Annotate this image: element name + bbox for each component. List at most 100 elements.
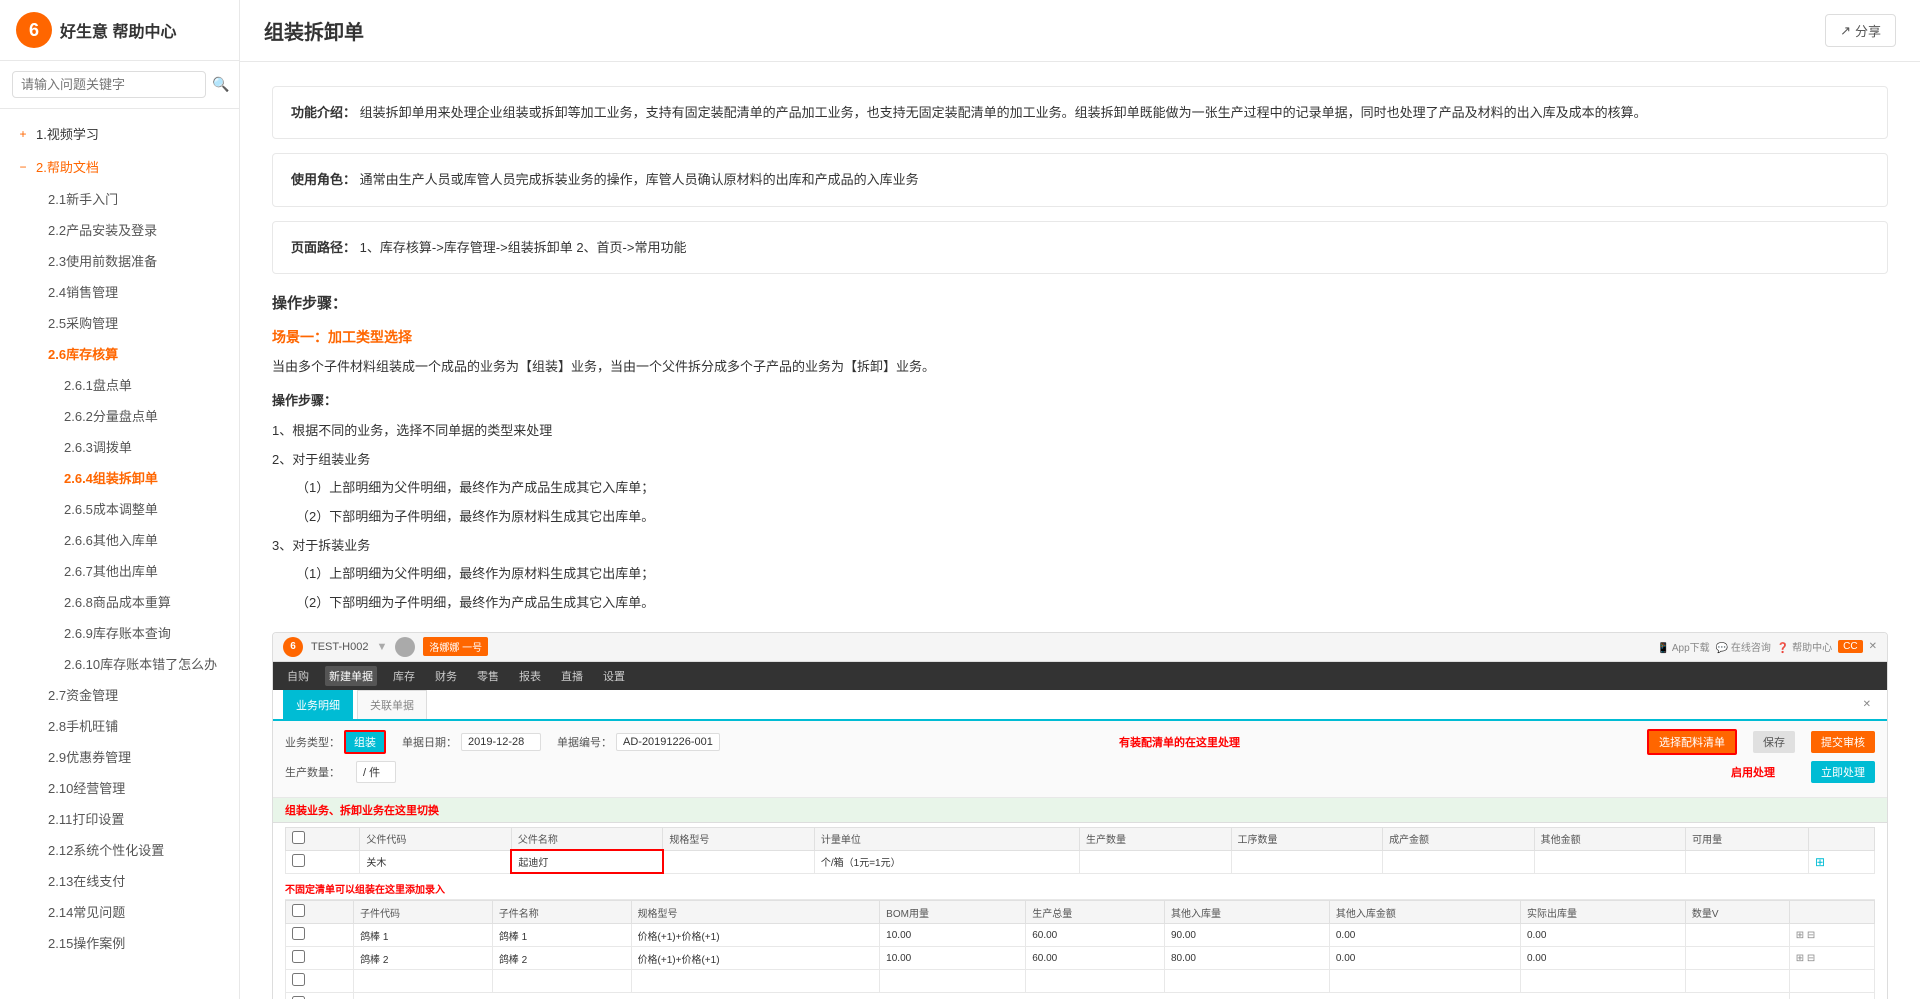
sidebar-item-2-6-3[interactable]: 2.6.3调拨单 bbox=[52, 431, 239, 462]
steps-title: 操作步骤： bbox=[272, 390, 1888, 409]
sidebar-item-2-8[interactable]: 2.8手机旺铺 bbox=[36, 710, 239, 741]
mock-th-spec: 规格型号 bbox=[663, 827, 815, 850]
mock-top-table: 父件代码 父件名称 规格型号 计量单位 生产数量 工序数量 成产金额 其他金额 … bbox=[285, 827, 1875, 875]
sidebar-item-2-6-2[interactable]: 2.6.2分量盘点单 bbox=[52, 400, 239, 431]
mock-b-select-all[interactable] bbox=[292, 904, 305, 917]
mock-bth-bom-qty: BOM用量 bbox=[880, 901, 1026, 924]
mock-b-row-check-3[interactable] bbox=[292, 973, 305, 986]
table-row bbox=[286, 993, 1875, 999]
annotation-5-text: 不固定清单可以组装在这里添加录入 bbox=[285, 885, 445, 896]
page-title: 组装拆卸单 bbox=[264, 16, 364, 45]
mock-nav-new: 新建单据 bbox=[325, 666, 377, 686]
mock-td-code: 关木 bbox=[360, 850, 512, 873]
sidebar-item-2-11[interactable]: 2.11打印设置 bbox=[36, 803, 239, 834]
mock-app-id: TEST-H002 bbox=[311, 641, 368, 653]
mock-bth-checkbox bbox=[286, 901, 354, 924]
sidebar-item-2-6-1[interactable]: 2.6.1盘点单 bbox=[52, 369, 239, 400]
mock-b-td-spec-1: 价格(+1)+价格(+1) bbox=[631, 924, 880, 947]
sidebar-item-2-2[interactable]: 2.2产品安装及登录 bbox=[36, 214, 239, 245]
search-input[interactable] bbox=[12, 71, 206, 98]
sidebar-item-2-6-7[interactable]: 2.6.7其他出库单 bbox=[52, 555, 239, 586]
share-button[interactable]: ↗ 分享 bbox=[1825, 14, 1896, 47]
step2-2: （2）下部明细为子件明细，最终作为原材料生成其它出库单。 bbox=[296, 505, 1888, 530]
sidebar-item-docs[interactable]: − 2.帮助文档 2.1新手入门 2.2产品安装及登录 2.3使用前数据准备 2… bbox=[0, 150, 239, 958]
sidebar-item-2-14[interactable]: 2.14常见问题 bbox=[36, 896, 239, 927]
mock-b-td-total-2: 60.00 bbox=[1026, 947, 1165, 970]
sidebar-item-2-6-9[interactable]: 2.6.9库存账本查询 bbox=[52, 617, 239, 648]
screenshot-inner: 6 TEST-H002 ▼ 洛娜娜 一号 📱 App下载 💬 在线咨询 ❓ 帮助… bbox=[273, 633, 1887, 999]
mock-tab-related[interactable]: 关联单据 bbox=[357, 690, 427, 719]
mock-td-amt bbox=[1383, 850, 1535, 873]
mock-th-parent-name: 父件名称 bbox=[511, 827, 663, 850]
mock-qty-label: 生产数量： bbox=[285, 764, 340, 780]
mock-badge: 洛娜娜 一号 bbox=[423, 637, 488, 656]
mock-b-td-qtyv-1 bbox=[1685, 924, 1789, 947]
sidebar-item-video[interactable]: + 1.视频学习 bbox=[0, 117, 239, 150]
mock-enable-btn[interactable]: 立即处理 bbox=[1811, 761, 1875, 783]
mock-close-btn[interactable]: ✕ bbox=[1857, 695, 1877, 714]
mock-b-action-2[interactable]: ⊞ ⊟ bbox=[1796, 953, 1816, 964]
mock-code-value: AD-20191226-001 bbox=[616, 733, 720, 751]
mock-b-td-inamt-1: 0.00 bbox=[1329, 924, 1520, 947]
mock-nav-retail: 零售 bbox=[473, 666, 503, 686]
step2-1: （1）上部明细为父件明细，最终作为产成品生成其它入库单； bbox=[296, 476, 1888, 501]
mock-code-field: 单据编号： AD-20191226-001 bbox=[557, 733, 720, 751]
mock-submit-btn[interactable]: 提交审核 bbox=[1811, 731, 1875, 753]
table-row: 鸽棒 1 鸽棒 1 价格(+1)+价格(+1) 10.00 60.00 90.0… bbox=[286, 924, 1875, 947]
mock-cc-badge: CC bbox=[1838, 640, 1862, 653]
mock-save-btn[interactable]: 保存 bbox=[1753, 731, 1795, 753]
intro-block: 功能介绍： 组装拆卸单用来处理企业组装或拆卸等加工业务，支持有固定装配清单的产品… bbox=[272, 86, 1888, 139]
mock-b-td-bom-2: 10.00 bbox=[880, 947, 1026, 970]
sidebar-item-2-6[interactable]: 2.6库存核算 bbox=[36, 338, 239, 369]
sidebar-item-2-5[interactable]: 2.5采购管理 bbox=[36, 307, 239, 338]
sidebar-item-2-1[interactable]: 2.1新手入门 bbox=[36, 183, 239, 214]
sidebar-item-2-12[interactable]: 2.12系统个性化设置 bbox=[36, 834, 239, 865]
sidebar-item-2-6-8[interactable]: 2.6.8商品成本重算 bbox=[52, 586, 239, 617]
scene-desc: 当由多个子件材料组装成一个成品的业务为【组装】业务，当由一个父件拆分成多个子产品… bbox=[272, 355, 1888, 380]
annotation-3-text: 组装业务、拆卸业务在这里切换 bbox=[285, 805, 439, 817]
mock-logo: 6 bbox=[283, 637, 303, 657]
sidebar-item-2-6-10[interactable]: 2.6.10库存账本错了怎么办 bbox=[52, 648, 239, 679]
mock-td-name: 起迪灯 bbox=[511, 850, 663, 873]
mock-b-td-name-3 bbox=[492, 970, 631, 993]
sidebar-item-2-6-6[interactable]: 2.6.6其他入库单 bbox=[52, 524, 239, 555]
mock-b-row-check-2[interactable] bbox=[292, 950, 305, 963]
table-row: 鸽棒 2 鸽棒 2 价格(+1)+价格(+1) 10.00 60.00 80.0… bbox=[286, 947, 1875, 970]
mock-select-bom-btn[interactable]: 选择配料清单 bbox=[1647, 729, 1737, 755]
mock-b-td-total-1: 60.00 bbox=[1026, 924, 1165, 947]
mock-type-value[interactable]: 组装 bbox=[344, 730, 386, 754]
mock-bottom-table-area: 不固定清单可以组装在这里添加录入 子件代码 子件名称 规格型号 BOM用量 生产… bbox=[273, 878, 1887, 999]
sidebar-item-2-3[interactable]: 2.3使用前数据准备 bbox=[36, 245, 239, 276]
search-button[interactable]: 🔍 bbox=[212, 76, 229, 93]
sidebar-item-2-6-5[interactable]: 2.6.5成本调整单 bbox=[52, 493, 239, 524]
sidebar-item-2-6-4[interactable]: 2.6.4组装拆卸单 bbox=[52, 462, 239, 493]
mock-b-action-1[interactable]: ⊞ ⊟ bbox=[1796, 930, 1816, 941]
mock-bottom-table: 子件代码 子件名称 规格型号 BOM用量 生产总量 其他入库量 其他入库金额 实… bbox=[285, 900, 1875, 999]
sidebar-item-2-4[interactable]: 2.4销售管理 bbox=[36, 276, 239, 307]
sidebar-item-2-13[interactable]: 2.13在线支付 bbox=[36, 865, 239, 896]
sidebar-item-2-9[interactable]: 2.9优惠券管理 bbox=[36, 741, 239, 772]
mock-td-other bbox=[1534, 850, 1686, 873]
mock-bth-in-amt: 其他入库金额 bbox=[1329, 901, 1520, 924]
sidebar-item-2-10[interactable]: 2.10经营管理 bbox=[36, 772, 239, 803]
sidebar: 6 好生意 帮助中心 🔍 + 1.视频学习 − 2.帮助文档 2.1新手入门 2… bbox=[0, 0, 240, 999]
mock-th-checkbox bbox=[286, 827, 360, 850]
mock-expand-icon[interactable]: ⊞ bbox=[1815, 855, 1825, 869]
mock-titlebar: 6 TEST-H002 ▼ 洛娜娜 一号 📱 App下载 💬 在线咨询 ❓ 帮助… bbox=[273, 633, 1887, 662]
step2: 2、对于组装业务 bbox=[272, 448, 1888, 473]
path-text: 1、库存核算->库存管理->组装拆卸单 2、首页->常用功能 bbox=[360, 240, 687, 255]
mock-bth-child-code: 子件代码 bbox=[354, 901, 493, 924]
content-area: 功能介绍： 组装拆卸单用来处理企业组装或拆卸等加工业务，支持有固定装配清单的产品… bbox=[240, 62, 1920, 999]
mock-th-parent-code: 父件代码 bbox=[360, 827, 512, 850]
mock-th-prod-qty: 生产数量 bbox=[1080, 827, 1232, 850]
mock-b-td-name-2: 鸽棒 2 bbox=[492, 947, 631, 970]
mock-b-td-out-3 bbox=[1520, 970, 1685, 993]
mock-b-td-bom-1: 10.00 bbox=[880, 924, 1026, 947]
mock-tab-detail[interactable]: 业务明细 bbox=[283, 690, 353, 719]
sidebar-item-2-15[interactable]: 2.15操作案例 bbox=[36, 927, 239, 958]
mock-row-check[interactable] bbox=[292, 854, 305, 867]
mock-select-all[interactable] bbox=[292, 831, 305, 844]
sidebar-item-2-7[interactable]: 2.7资金管理 bbox=[36, 679, 239, 710]
mock-b-row-check-1[interactable] bbox=[292, 927, 305, 940]
mock-th-ops bbox=[1809, 827, 1875, 850]
